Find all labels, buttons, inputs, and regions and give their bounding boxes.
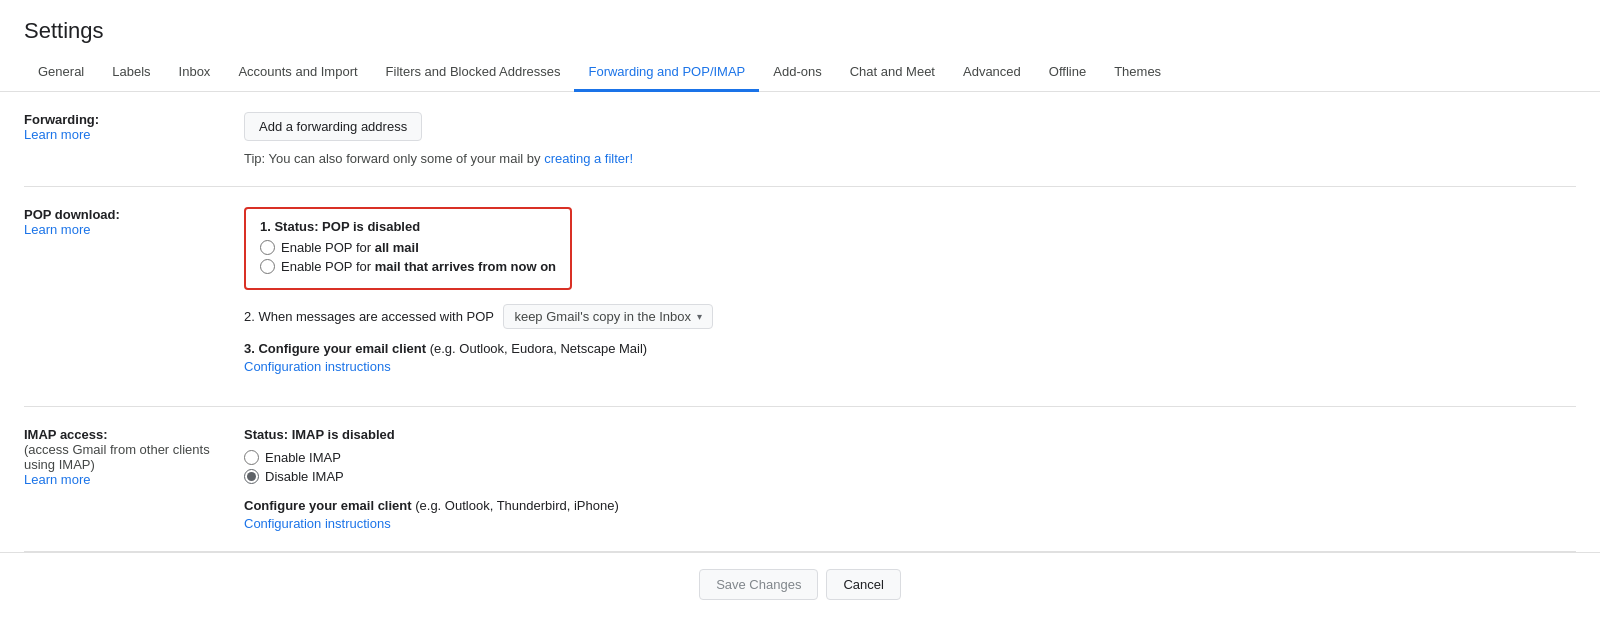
imap-configure-text: Configure your email client (e.g. Outloo… [244,498,1576,513]
pop-status-title: 1. Status: POP is disabled [260,219,556,234]
footer-bar: Save Changes Cancel [0,552,1600,616]
imap-sublabel: (access Gmail from other clients using I… [24,442,224,472]
tab-offline[interactable]: Offline [1035,54,1100,92]
tab-inbox[interactable]: Inbox [165,54,225,92]
creating-filter-link[interactable]: creating a filter! [544,151,633,166]
chevron-down-icon: ▾ [697,311,702,322]
pop-label: POP download: [24,207,224,222]
pop-enable-all-label[interactable]: Enable POP for all mail [260,240,556,255]
tab-forwarding[interactable]: Forwarding and POP/IMAP [574,54,759,92]
imap-configure: Configure your email client (e.g. Outloo… [244,498,1576,531]
imap-enable-label[interactable]: Enable IMAP [244,450,1576,465]
imap-enable-text: Enable IMAP [265,450,341,465]
pop-step2-dropdown[interactable]: keep Gmail's copy in the Inbox ▾ [503,304,713,329]
pop-enable-now-radio[interactable] [260,259,275,274]
pop-step2-text: 2. When messages are accessed with POP [244,309,494,324]
forwarding-tip: Tip: You can also forward only some of y… [244,151,1576,166]
save-changes-button[interactable]: Save Changes [699,569,818,600]
tab-themes[interactable]: Themes [1100,54,1175,92]
pop-enable-now-label[interactable]: Enable POP for mail that arrives from no… [260,259,556,274]
tab-filters[interactable]: Filters and Blocked Addresses [372,54,575,92]
pop-learn-more-link[interactable]: Learn more [24,222,90,237]
imap-disable-text: Disable IMAP [265,469,344,484]
pop-step2: 2. When messages are accessed with POP k… [244,304,1576,329]
pop-enable-all-radio[interactable] [260,240,275,255]
forwarding-learn-more-link[interactable]: Learn more [24,127,90,142]
imap-learn-more-link[interactable]: Learn more [24,472,90,487]
pop-step2-dropdown-value: keep Gmail's copy in the Inbox [514,309,691,324]
imap-disable-label[interactable]: Disable IMAP [244,469,1576,484]
pop-step3: 3. Configure your email client (e.g. Out… [244,341,1576,374]
forwarding-label: Forwarding: [24,112,224,127]
tab-general[interactable]: General [24,54,98,92]
forwarding-section: Forwarding: Learn more Add a forwarding … [24,92,1576,187]
pop-status-box: 1. Status: POP is disabled Enable POP fo… [244,207,572,290]
tab-chat[interactable]: Chat and Meet [836,54,949,92]
pop-step3-text: 3. Configure your email client (e.g. Out… [244,341,647,356]
pop-enable-now-text: Enable POP for mail that arrives from no… [281,259,556,274]
tab-advanced[interactable]: Advanced [949,54,1035,92]
pop-config-instructions-link[interactable]: Configuration instructions [244,359,1576,374]
tab-labels[interactable]: Labels [98,54,164,92]
tab-addons[interactable]: Add-ons [759,54,835,92]
tabs-bar: General Labels Inbox Accounts and Import… [0,54,1600,92]
imap-enable-radio[interactable] [244,450,259,465]
imap-label: IMAP access: [24,427,224,442]
pop-enable-all-text: Enable POP for all mail [281,240,419,255]
pop-section: POP download: Learn more 1. Status: POP … [24,187,1576,407]
imap-section: IMAP access: (access Gmail from other cl… [24,407,1576,552]
tab-accounts[interactable]: Accounts and Import [224,54,371,92]
page-title: Settings [0,0,1600,54]
add-forwarding-button[interactable]: Add a forwarding address [244,112,422,141]
imap-disable-radio[interactable] [244,469,259,484]
cancel-button[interactable]: Cancel [826,569,900,600]
imap-status-title: Status: IMAP is disabled [244,427,1576,442]
imap-config-instructions-link[interactable]: Configuration instructions [244,516,1576,531]
